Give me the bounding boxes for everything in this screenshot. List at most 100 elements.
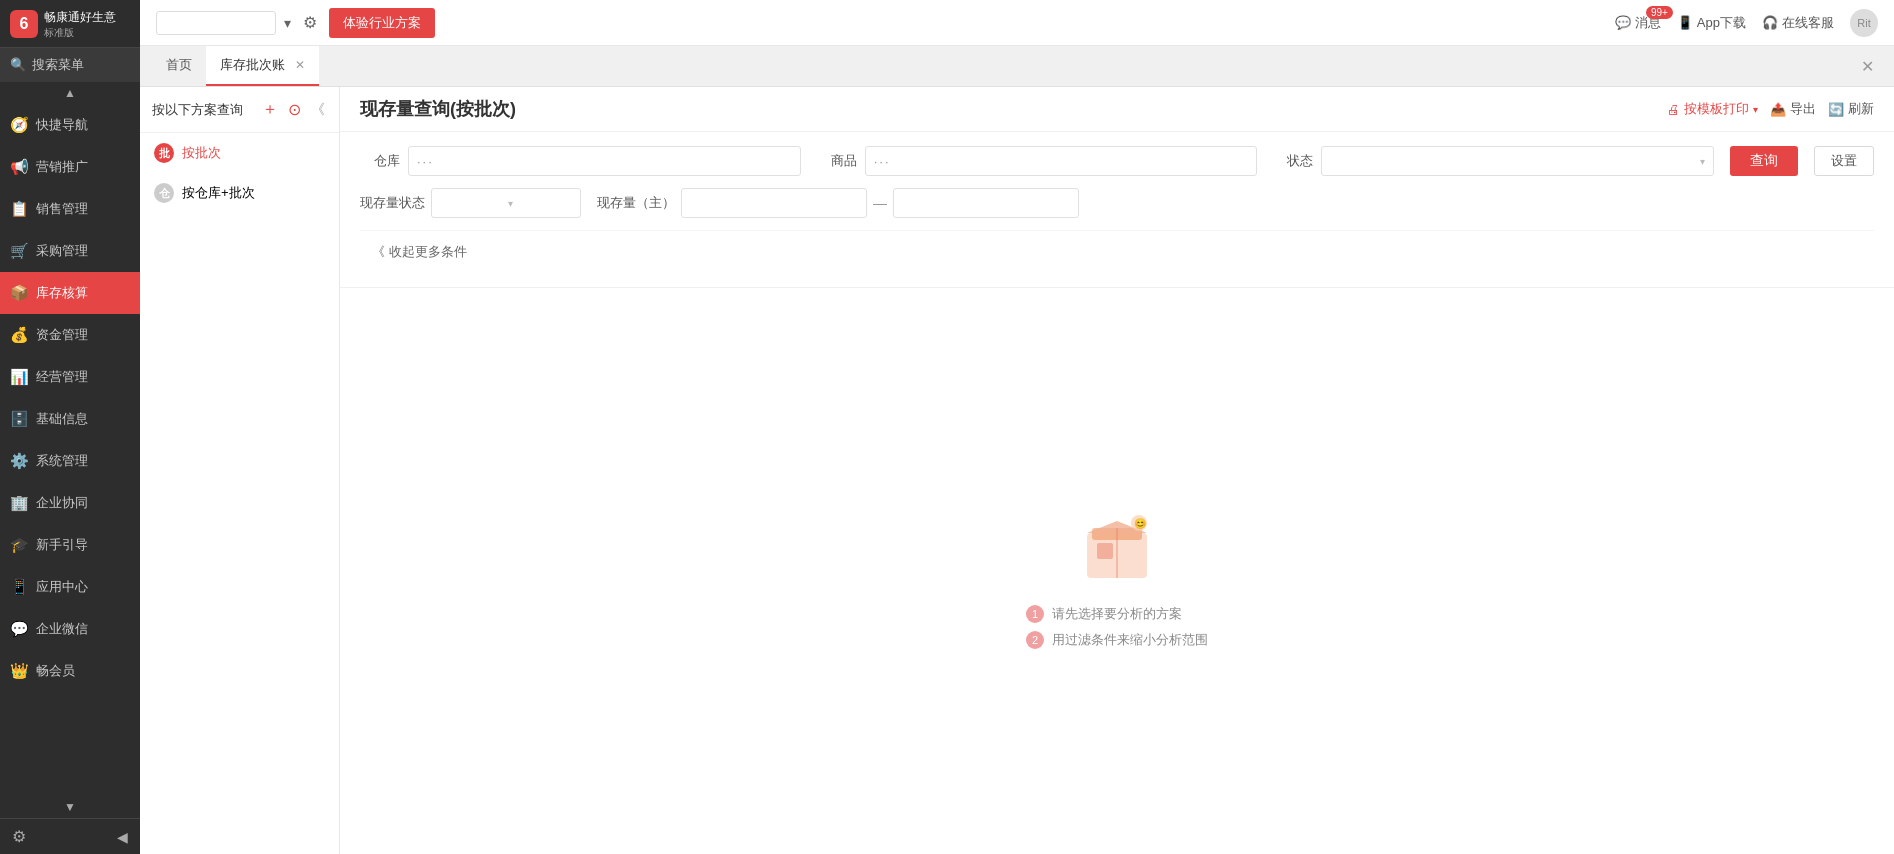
- product-input[interactable]: ···: [865, 146, 1258, 176]
- online-service-label: 在线客服: [1782, 14, 1834, 32]
- sidebar-item-sales[interactable]: 📋 销售管理: [0, 188, 140, 230]
- refresh-button[interactable]: 🔄 刷新: [1828, 100, 1874, 118]
- refresh-icon: 🔄: [1828, 102, 1844, 117]
- inventory-icon: 📦: [10, 284, 28, 302]
- app-download-label: App下载: [1697, 14, 1746, 32]
- print-dropdown-icon[interactable]: ▾: [1753, 104, 1758, 115]
- header-left: ▾ ⚙ 体验行业方案: [156, 8, 1605, 38]
- sidebar-item-corp[interactable]: 🏢 企业协同: [0, 482, 140, 524]
- basic-icon: 🗄️: [10, 410, 28, 428]
- sidebar-scroll-down[interactable]: ▼: [0, 796, 140, 818]
- collapse-button[interactable]: 《 收起更多条件: [360, 237, 1874, 267]
- print-template-button[interactable]: 🖨 按模板打印 ▾: [1667, 100, 1758, 118]
- trial-button[interactable]: 体验行业方案: [329, 8, 435, 38]
- search-area: 仓库 ··· 商品 ··· 状态: [340, 132, 1894, 288]
- status-dropdown-arrow: ▾: [1700, 156, 1705, 167]
- status-field: 状态 ▾: [1273, 146, 1714, 176]
- header-dropdown-button[interactable]: ▾: [284, 15, 291, 31]
- warehouse-input[interactable]: ···: [408, 146, 801, 176]
- stock-status-label: 现存量状态: [360, 194, 425, 212]
- header-search-input[interactable]: [156, 11, 276, 35]
- filter-settings-button[interactable]: ⊙: [286, 98, 303, 121]
- messages-count: 99+: [1646, 6, 1673, 19]
- refresh-label: 刷新: [1848, 100, 1874, 118]
- sidebar-item-member[interactable]: 👑 畅会员: [0, 650, 140, 692]
- phone-icon: 📱: [1677, 15, 1693, 30]
- tip-text-1: 请先选择要分析的方案: [1052, 605, 1182, 623]
- messages-badge[interactable]: 💬 消息 99+: [1615, 14, 1661, 32]
- filter-item-by-warehouse-batch[interactable]: 仓 按仓库+批次: [140, 173, 339, 213]
- empty-content: 😊 1 请先选择要分析的方案 2 用过滤条件来缩小分析范围: [1026, 493, 1208, 649]
- warehouse-placeholder: ···: [417, 154, 434, 169]
- sales-icon: 📋: [10, 200, 28, 218]
- app-version: 标准版: [44, 26, 116, 39]
- user-avatar: Rit: [1850, 9, 1878, 37]
- sidebar-item-shortcut[interactable]: 🧭 快捷导航: [0, 104, 140, 146]
- warehouse-label: 仓库: [360, 152, 400, 170]
- online-service-badge[interactable]: 🎧 在线客服: [1762, 14, 1834, 32]
- filter-item-by-batch[interactable]: 批 按批次: [140, 133, 339, 173]
- sidebar-item-label: 企业协同: [36, 494, 88, 512]
- status-input[interactable]: ▾: [1321, 146, 1714, 176]
- shortcut-icon: 🧭: [10, 116, 28, 134]
- sidebar-item-wechat[interactable]: 💬 企业微信: [0, 608, 140, 650]
- query-button[interactable]: 查询: [1730, 146, 1798, 176]
- sidebar-item-operation[interactable]: 📊 经营管理: [0, 356, 140, 398]
- tip-num-1: 1: [1026, 605, 1044, 623]
- sidebar-search-label: 搜索菜单: [32, 56, 84, 74]
- export-label: 导出: [1790, 100, 1816, 118]
- collapse-sidebar-icon[interactable]: ◀: [117, 829, 128, 845]
- sidebar-logo: 6 畅康通好生意 标准版: [0, 0, 140, 48]
- sidebar-item-label: 库存核算: [36, 284, 88, 302]
- product-field: 商品 ···: [817, 146, 1258, 176]
- app-icon: 📱: [10, 578, 28, 596]
- app-name: 畅康通好生意: [44, 10, 116, 26]
- filter-add-button[interactable]: ＋: [260, 97, 280, 122]
- search-row-1: 仓库 ··· 商品 ··· 状态: [360, 146, 1874, 176]
- sidebar-item-label: 新手引导: [36, 536, 88, 554]
- sidebar-scroll-up[interactable]: ▲: [0, 82, 140, 104]
- filter-collapse-button[interactable]: 《: [309, 99, 327, 121]
- user-avatar-badge[interactable]: Rit: [1850, 9, 1878, 37]
- sidebar-item-label: 企业微信: [36, 620, 88, 638]
- settings-button[interactable]: 设置: [1814, 146, 1874, 176]
- sidebar-item-finance[interactable]: 💰 资金管理: [0, 314, 140, 356]
- message-icon: 💬: [1615, 15, 1631, 30]
- sidebar: 6 畅康通好生意 标准版 🔍 搜索菜单 ▲ 🧭 快捷导航 📢 营销推广 📋 销售…: [0, 0, 140, 854]
- warehouse-batch-icon: 仓: [154, 183, 174, 203]
- filter-panel: 按以下方案查询 ＋ ⊙ 《 批 按批次 仓 按仓库+批次: [140, 87, 340, 854]
- export-button[interactable]: 📤 导出: [1770, 100, 1816, 118]
- tab-inventory-batch[interactable]: 库存批次账 ✕: [206, 46, 319, 86]
- sidebar-item-app[interactable]: 📱 应用中心: [0, 566, 140, 608]
- stock-quantity-max-input[interactable]: [893, 188, 1079, 218]
- tab-close-button[interactable]: ✕: [295, 58, 305, 72]
- sidebar-item-marketing[interactable]: 📢 营销推广: [0, 146, 140, 188]
- stock-status-select[interactable]: ▾: [431, 188, 581, 218]
- page-title: 现存量查询(按批次): [360, 97, 516, 121]
- settings-footer-icon[interactable]: ⚙: [12, 827, 26, 846]
- header-settings-button[interactable]: ⚙: [299, 9, 321, 36]
- tip-text-2: 用过滤条件来缩小分析范围: [1052, 631, 1208, 649]
- empty-illustration: 😊: [1067, 493, 1167, 593]
- sidebar-item-newbie[interactable]: 🎓 新手引导: [0, 524, 140, 566]
- svg-rect-4: [1097, 543, 1113, 559]
- app-download-badge[interactable]: 📱 App下载: [1677, 14, 1746, 32]
- tab-home[interactable]: 首页: [152, 46, 206, 86]
- warehouse-field: 仓库 ···: [360, 146, 801, 176]
- filter-panel-header: 按以下方案查询 ＋ ⊙ 《: [140, 87, 339, 133]
- sidebar-search[interactable]: 🔍 搜索菜单: [0, 48, 140, 82]
- sidebar-item-inventory[interactable]: 📦 库存核算: [0, 272, 140, 314]
- empty-state: 😊 1 请先选择要分析的方案 2 用过滤条件来缩小分析范围: [340, 288, 1894, 854]
- sidebar-item-basic[interactable]: 🗄️ 基础信息: [0, 398, 140, 440]
- close-panel-button[interactable]: ✕: [1853, 57, 1882, 76]
- stock-status-arrow: ▾: [508, 198, 572, 209]
- operation-icon: 📊: [10, 368, 28, 386]
- batch-icon: 批: [154, 143, 174, 163]
- stock-quantity-label: 现存量（主）: [597, 194, 675, 212]
- sidebar-item-system[interactable]: ⚙️ 系统管理: [0, 440, 140, 482]
- top-header: ▾ ⚙ 体验行业方案 💬 消息 99+ 📱 App下载 🎧 在线客服 Rit: [140, 0, 1894, 46]
- status-label: 状态: [1273, 152, 1313, 170]
- stock-quantity-min-input[interactable]: [681, 188, 867, 218]
- member-icon: 👑: [10, 662, 28, 680]
- sidebar-item-purchase[interactable]: 🛒 采购管理: [0, 230, 140, 272]
